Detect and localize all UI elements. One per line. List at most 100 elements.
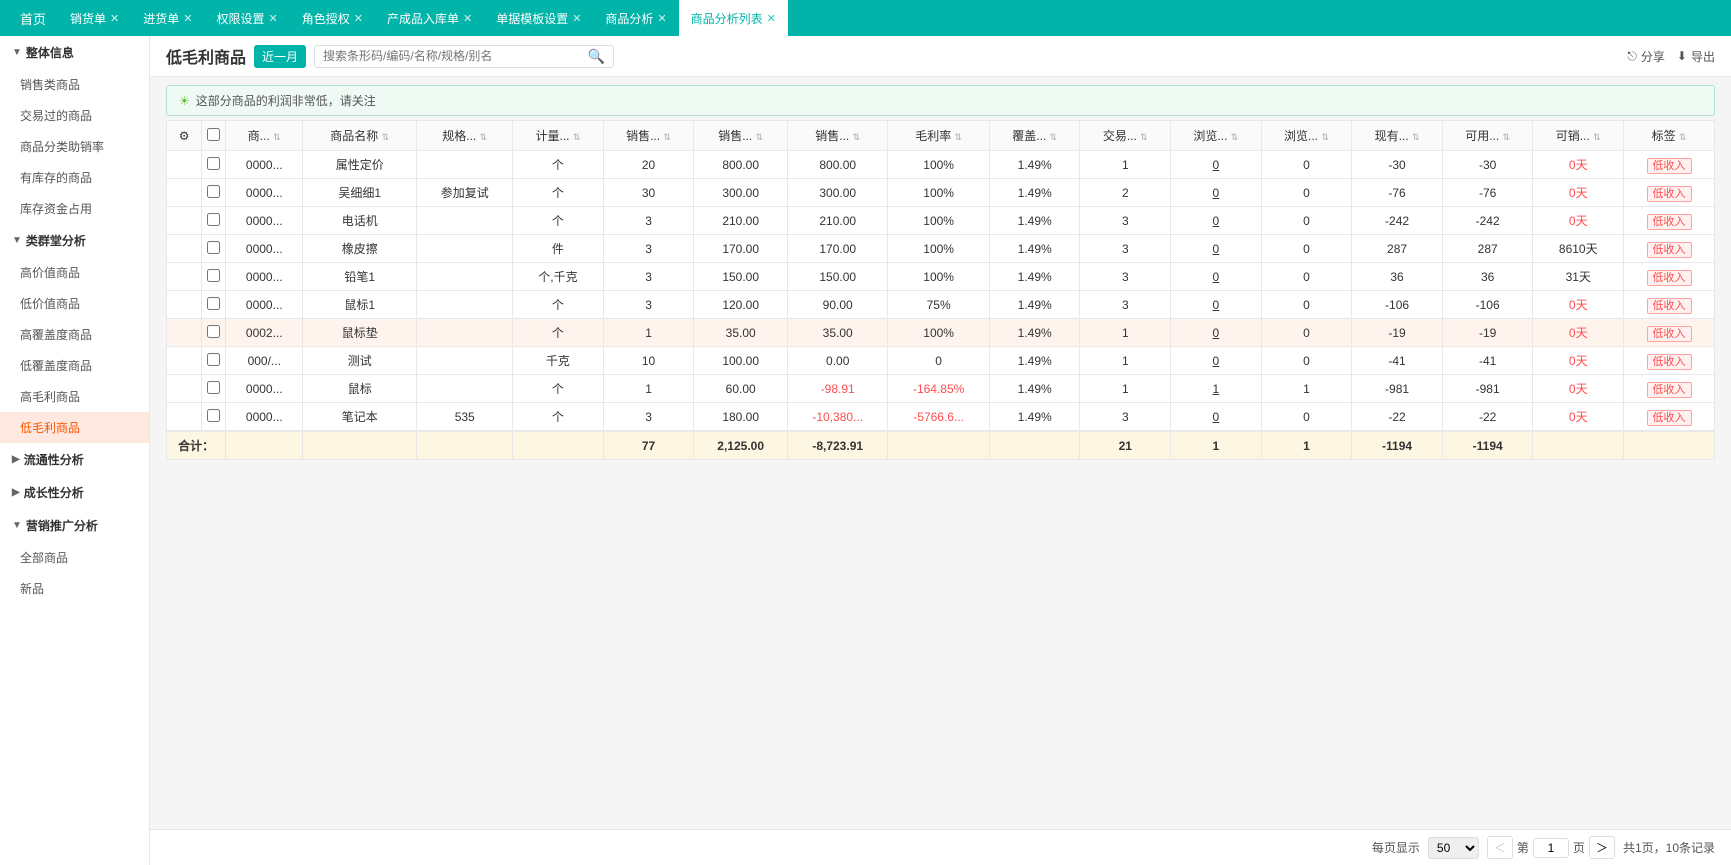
cell-view1[interactable]: 0 <box>1171 263 1262 291</box>
cell-code: 0000... <box>226 375 303 403</box>
cell-view1[interactable]: 0 <box>1171 403 1262 432</box>
col-view1[interactable]: 浏览... ⇅ <box>1171 121 1262 151</box>
row-checkbox[interactable] <box>207 381 220 394</box>
totals-label: 合计： <box>167 431 226 460</box>
row-checkbox[interactable] <box>207 213 220 226</box>
cell-gross-margin: 0 <box>888 347 990 375</box>
col-coverage[interactable]: 覆盖... ⇅ <box>989 121 1080 151</box>
cell-sales-price: 210.00 <box>694 207 788 235</box>
col-gross-margin[interactable]: 毛利率 ⇅ <box>888 121 990 151</box>
col-checkbox[interactable] <box>202 121 226 151</box>
sidebar-group-circulation[interactable]: ▶ 流通性分析 <box>0 443 149 476</box>
sidebar-group-overall[interactable]: ▼ 整体信息 <box>0 36 149 69</box>
page-input[interactable] <box>1533 838 1569 858</box>
search-input[interactable] <box>323 49 588 63</box>
close-permissions-icon[interactable]: ✕ <box>269 12 278 25</box>
sidebar-item-high-margin[interactable]: 高毛利商品 <box>0 381 149 412</box>
cell-tag: 低收入 <box>1624 375 1715 403</box>
nav-templates[interactable]: 单据模板设置 ✕ <box>484 0 593 36</box>
next-page-button[interactable]: ＞ <box>1589 836 1615 859</box>
col-view2[interactable]: 浏览... ⇅ <box>1261 121 1352 151</box>
close-products-icon[interactable]: ✕ <box>463 12 472 25</box>
col-settings[interactable]: ⚙ <box>167 121 202 151</box>
sidebar-group-marketing[interactable]: ▼ 营销推广分析 <box>0 509 149 542</box>
sidebar-item-capital[interactable]: 库存资金占用 <box>0 193 149 224</box>
nav-permissions[interactable]: 权限设置 ✕ <box>204 0 289 36</box>
table-container[interactable]: ⚙ 商... ⇅ 商品名称 ⇅ 规格... ⇅ 计量... ⇅ 销售... ⇅ … <box>150 120 1731 829</box>
cell-name: 电话机 <box>303 207 417 235</box>
close-purchase-icon[interactable]: ✕ <box>183 12 192 25</box>
row-checkbox[interactable] <box>207 409 220 422</box>
cell-trade: 3 <box>1080 403 1171 432</box>
col-code[interactable]: 商... ⇅ <box>226 121 303 151</box>
date-filter-button[interactable]: 近一月 <box>254 45 306 68</box>
settings-icon[interactable]: ⚙ <box>179 129 190 143</box>
per-page-select[interactable]: 50 100 200 <box>1428 837 1479 859</box>
share-button[interactable]: ⎋ 分享 <box>1627 48 1665 65</box>
col-tag[interactable]: 标签 ⇅ <box>1624 121 1715 151</box>
row-checkbox[interactable] <box>207 157 220 170</box>
col-available[interactable]: 可用... ⇅ <box>1442 121 1533 151</box>
close-roles-icon[interactable]: ✕ <box>354 12 363 25</box>
sidebar-item-low-margin[interactable]: 低毛利商品 <box>0 412 149 443</box>
sidebar-group-growth[interactable]: ▶ 成长性分析 <box>0 476 149 509</box>
totals-sales-qty: 77 <box>603 431 694 460</box>
nav-analysis-list[interactable]: 商品分析列表 ✕ <box>679 0 788 36</box>
close-analysis-list-icon[interactable]: ✕ <box>767 12 776 25</box>
cell-view1[interactable]: 0 <box>1171 151 1262 179</box>
sidebar-item-high-coverage[interactable]: 高覆盖度商品 <box>0 319 149 350</box>
col-sellable[interactable]: 可销... ⇅ <box>1533 121 1624 151</box>
cell-view1[interactable]: 0 <box>1171 179 1262 207</box>
export-button[interactable]: ⬇ 导出 <box>1677 48 1715 65</box>
cell-view1[interactable]: 0 <box>1171 319 1262 347</box>
cell-view1[interactable]: 0 <box>1171 291 1262 319</box>
sidebar-item-sales-products[interactable]: 销售类商品 <box>0 69 149 100</box>
totals-sales-price: 2,125.00 <box>694 431 788 460</box>
sidebar-item-all-products[interactable]: 全部商品 <box>0 542 149 573</box>
cell-current: -76 <box>1352 179 1443 207</box>
nav-products[interactable]: 产成品入库单 ✕ <box>375 0 484 36</box>
cell-name: 笔记本 <box>303 403 417 432</box>
cell-view1[interactable]: 0 <box>1171 347 1262 375</box>
cell-view1[interactable]: 1 <box>1171 375 1262 403</box>
nav-roles[interactable]: 角色授权 ✕ <box>290 0 375 36</box>
row-checkbox[interactable] <box>207 185 220 198</box>
select-all-checkbox[interactable] <box>207 128 220 141</box>
col-spec[interactable]: 规格... ⇅ <box>417 121 513 151</box>
nav-sales[interactable]: 销货单 ✕ <box>58 0 131 36</box>
cell-sales-amount: -98.91 <box>788 375 888 403</box>
row-checkbox[interactable] <box>207 353 220 366</box>
close-templates-icon[interactable]: ✕ <box>572 12 581 25</box>
sidebar-item-high-value[interactable]: 高价值商品 <box>0 257 149 288</box>
sidebar-item-in-stock[interactable]: 有库存的商品 <box>0 162 149 193</box>
nav-analysis[interactable]: 商品分析 ✕ <box>593 0 678 36</box>
cell-view2: 0 <box>1261 179 1352 207</box>
cell-view1[interactable]: 0 <box>1171 207 1262 235</box>
nav-home[interactable]: 首页 <box>8 0 58 36</box>
row-checkbox[interactable] <box>207 325 220 338</box>
col-current[interactable]: 现有... ⇅ <box>1352 121 1443 151</box>
col-sales-qty[interactable]: 销售... ⇅ <box>603 121 694 151</box>
sidebar-item-category-rate[interactable]: 商品分类助销率 <box>0 131 149 162</box>
sidebar-item-traded[interactable]: 交易过的商品 <box>0 100 149 131</box>
nav-purchase[interactable]: 进货单 ✕ <box>131 0 204 36</box>
close-sales-icon[interactable]: ✕ <box>110 12 119 25</box>
sidebar-item-low-coverage[interactable]: 低覆盖度商品 <box>0 350 149 381</box>
col-sales-price[interactable]: 销售... ⇅ <box>694 121 788 151</box>
row-checkbox[interactable] <box>207 269 220 282</box>
col-unit[interactable]: 计量... ⇅ <box>513 121 604 151</box>
cell-view1[interactable]: 0 <box>1171 235 1262 263</box>
prev-page-button[interactable]: ＜ <box>1487 836 1513 859</box>
col-name[interactable]: 商品名称 ⇅ <box>303 121 417 151</box>
col-trade[interactable]: 交易... ⇅ <box>1080 121 1171 151</box>
cell-available: 287 <box>1442 235 1533 263</box>
close-analysis-icon[interactable]: ✕ <box>657 12 666 25</box>
sidebar-item-new-products[interactable]: 新品 <box>0 573 149 604</box>
sidebar-group-cluster[interactable]: ▼ 类群堂分析 <box>0 224 149 257</box>
row-checkbox[interactable] <box>207 241 220 254</box>
cell-code: 0000... <box>226 151 303 179</box>
col-sales-amount[interactable]: 销售... ⇅ <box>788 121 888 151</box>
row-checkbox[interactable] <box>207 297 220 310</box>
cell-current: -981 <box>1352 375 1443 403</box>
sidebar-item-low-value[interactable]: 低价值商品 <box>0 288 149 319</box>
